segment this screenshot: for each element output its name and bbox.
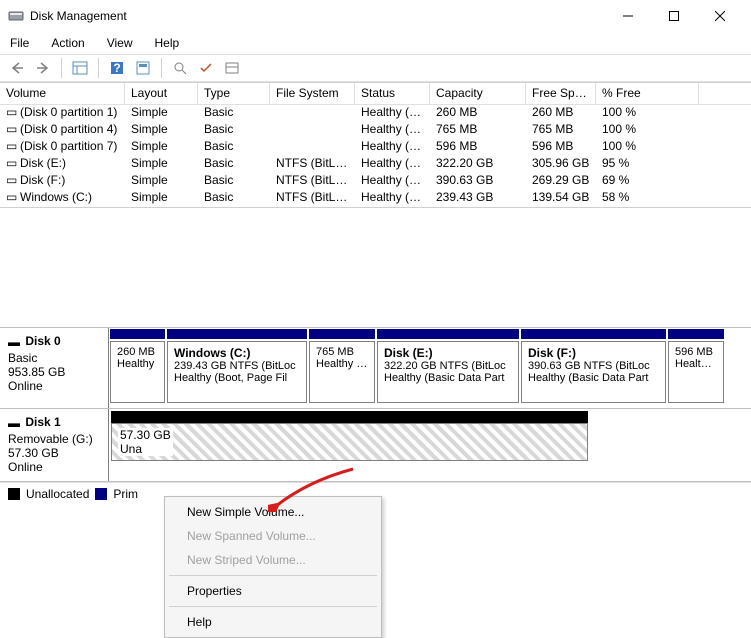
disk-0-type: Basic [8, 351, 100, 365]
col-freespace[interactable]: Free Spa... [526, 83, 596, 104]
col-volume[interactable]: Volume [0, 83, 125, 104]
maximize-button[interactable] [651, 1, 697, 31]
col-layout[interactable]: Layout [125, 83, 198, 104]
toolbar: ? [0, 54, 751, 82]
volume-list: Volume Layout Type File System Status Ca… [0, 82, 751, 327]
partition[interactable]: 596 MBHealthy (R [668, 341, 724, 403]
disk-0-status: Online [8, 379, 100, 393]
disk-1-status: Online [8, 460, 100, 474]
ctx-new-striped-volume: New Striped Volume... [167, 548, 379, 572]
check-icon[interactable] [195, 57, 217, 79]
disk-1-info[interactable]: ▬ Disk 1 Removable (G:) 57.30 GB Online [0, 409, 109, 481]
svg-text:?: ? [113, 61, 120, 75]
disk-graphical-view: ▬ Disk 0 Basic 953.85 GB Online 260 MBHe… [0, 327, 751, 482]
table-row[interactable]: ▭(Disk 0 partition 4)SimpleBasicHealthy … [0, 122, 751, 139]
col-filesystem[interactable]: File System [270, 83, 355, 104]
disk-row-1: ▬ Disk 1 Removable (G:) 57.30 GB Online … [0, 409, 751, 482]
unalloc-size: 57.30 GB [120, 428, 171, 442]
show-hide-button[interactable] [69, 57, 91, 79]
disk-1-name: Disk 1 [25, 415, 60, 429]
col-status[interactable]: Status [355, 83, 430, 104]
disk-1-bar [111, 411, 588, 423]
help-button[interactable]: ? [106, 57, 128, 79]
refresh-icon[interactable] [169, 57, 191, 79]
close-button[interactable] [697, 1, 743, 31]
legend-unallocated: Unallocated [26, 487, 89, 501]
partition[interactable]: 260 MBHealthy [110, 341, 165, 403]
window-title: Disk Management [30, 9, 605, 23]
menu-help[interactable]: Help [151, 34, 184, 52]
table-row[interactable]: ▭Windows (C:)SimpleBasicNTFS (BitLo...He… [0, 190, 751, 207]
table-header: Volume Layout Type File System Status Ca… [0, 83, 751, 105]
disk-row-0: ▬ Disk 0 Basic 953.85 GB Online 260 MBHe… [0, 328, 751, 409]
ctx-new-spanned-volume: New Spanned Volume... [167, 524, 379, 548]
disk-0-info[interactable]: ▬ Disk 0 Basic 953.85 GB Online [0, 328, 109, 408]
partition[interactable]: Disk (F:)390.63 GB NTFS (BitLocHealthy (… [521, 341, 666, 403]
list-icon[interactable] [221, 57, 243, 79]
menubar: File Action View Help [0, 32, 751, 54]
partition[interactable]: Disk (E:)322.20 GB NTFS (BitLocHealthy (… [377, 341, 519, 403]
table-row[interactable]: ▭(Disk 0 partition 1)SimpleBasicHealthy … [0, 105, 751, 122]
disk-1-unallocated[interactable]: 57.30 GB Una [111, 423, 588, 461]
disk-mgmt-icon [8, 8, 24, 24]
unalloc-label: Una [120, 442, 171, 456]
legend-primary: Prim [113, 487, 138, 501]
table-row[interactable]: ▭(Disk 0 partition 7)SimpleBasicHealthy … [0, 139, 751, 156]
disk-0-size: 953.85 GB [8, 365, 100, 379]
ctx-separator [169, 606, 377, 607]
context-menu: New Simple Volume... New Spanned Volume.… [164, 496, 382, 638]
partition[interactable]: 765 MBHealthy (Re [309, 341, 375, 403]
annotation-arrow [268, 466, 356, 515]
menu-file[interactable]: File [6, 34, 33, 52]
forward-button[interactable] [32, 57, 54, 79]
menu-view[interactable]: View [103, 34, 137, 52]
ctx-properties[interactable]: Properties [167, 579, 379, 603]
disk-1-type: Removable (G:) [8, 432, 100, 446]
col-type[interactable]: Type [198, 83, 270, 104]
table-row[interactable]: ▭Disk (F:)SimpleBasicNTFS (BitLo...Healt… [0, 173, 751, 190]
partition[interactable]: Windows (C:)239.43 GB NTFS (BitLocHealth… [167, 341, 307, 403]
disk-0-name: Disk 0 [25, 334, 60, 348]
col-pctfree[interactable]: % Free [596, 83, 699, 104]
back-button[interactable] [6, 57, 28, 79]
menu-action[interactable]: Action [47, 34, 88, 52]
col-capacity[interactable]: Capacity [430, 83, 526, 104]
titlebar: Disk Management [0, 0, 751, 32]
table-row[interactable]: ▭Disk (E:)SimpleBasicNTFS (BitLo...Healt… [0, 156, 751, 173]
settings-icon[interactable] [132, 57, 154, 79]
swatch-primary [95, 488, 107, 500]
disk-1-size: 57.30 GB [8, 446, 100, 460]
ctx-separator [169, 575, 377, 576]
minimize-button[interactable] [605, 1, 651, 31]
ctx-help[interactable]: Help [167, 610, 379, 634]
window-buttons [605, 1, 743, 31]
swatch-unallocated [8, 488, 20, 500]
